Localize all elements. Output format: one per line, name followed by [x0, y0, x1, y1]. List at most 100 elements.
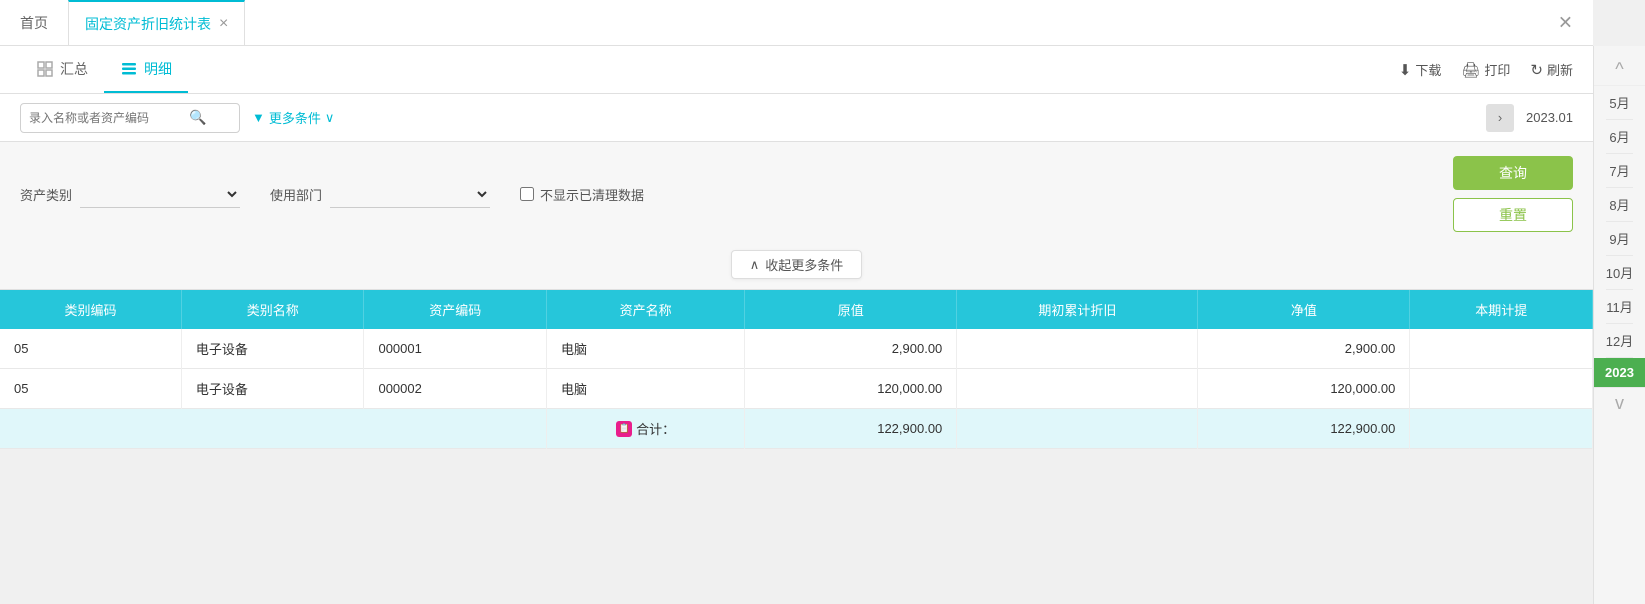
col-asset-code: 资产编码 [364, 290, 547, 329]
cell-asset-name: 电脑 [547, 329, 745, 369]
month-item[interactable]: 6月 [1606, 120, 1633, 154]
cell-asset-name: 电脑 [547, 369, 745, 409]
top-nav: 首页 固定资产折旧统计表 × ✕ [0, 0, 1593, 46]
tab-summary-label: 汇总 [60, 59, 88, 79]
month-item[interactable]: 8月 [1606, 188, 1633, 222]
search-input-wrap[interactable]: 🔍 [20, 103, 240, 133]
toolbar: 汇总 明细 ⬇ 下载 🖨 打印 ↻ 刷新 [0, 46, 1593, 94]
cell-net-value: 2,900.00 [1198, 329, 1410, 369]
cell-asset-code: 000002 [364, 369, 547, 409]
print-btn[interactable]: 🖨 打印 [1461, 60, 1510, 79]
asset-type-filter: 资产类别 [20, 180, 240, 208]
sidebar-scroll-down[interactable]: v [1594, 388, 1645, 419]
col-net-value: 净值 [1198, 290, 1410, 329]
total-name-cell: 📋 合计： [547, 409, 745, 449]
sidebar-scroll-up[interactable]: ^ [1594, 54, 1645, 86]
nav-home[interactable]: 首页 [0, 0, 68, 45]
filter-icon: ▼ [252, 110, 265, 125]
cell-category-code: 05 [0, 369, 181, 409]
cell-original-value: 2,900.00 [745, 329, 957, 369]
print-label: 打印 [1484, 60, 1510, 79]
refresh-label: 刷新 [1547, 60, 1573, 79]
total-accumulated-depreciation [957, 409, 1198, 449]
total-original-value: 122,900.00 [745, 409, 957, 449]
print-icon: 🖨 [1461, 61, 1480, 79]
download-btn[interactable]: ⬇ 下载 [1399, 60, 1442, 79]
col-category-code: 类别编码 [0, 290, 181, 329]
no-cleared-checkbox[interactable] [520, 187, 534, 201]
query-button[interactable]: 查询 [1453, 156, 1573, 190]
month-item[interactable]: 5月 [1606, 86, 1633, 120]
search-input[interactable] [29, 111, 189, 125]
department-select[interactable] [330, 180, 490, 208]
filter-actions: 查询 重置 [1453, 156, 1573, 232]
nav-tab-active[interactable]: 固定资产折旧统计表 × [68, 0, 245, 45]
cell-accumulated-depreciation [957, 369, 1198, 409]
collapse-up-icon: ∧ [750, 257, 760, 273]
filter-section: 资产类别 使用部门 不显示已清理数据 查询 重置 [0, 142, 1593, 290]
collapse-row: ∧ 收起更多条件 [20, 242, 1573, 281]
no-cleared-label: 不显示已清理数据 [540, 185, 644, 204]
search-bar: 🔍 ▼ 更多条件 ∨ › 2023.01 [0, 94, 1593, 142]
collapse-label: 收起更多条件 [765, 255, 843, 274]
cell-category-code: 05 [0, 329, 181, 369]
more-filter-btn[interactable]: ▼ 更多条件 ∨ [252, 108, 334, 127]
window-close-icon[interactable]: ✕ [1558, 12, 1573, 33]
asset-type-select[interactable] [80, 180, 240, 208]
cell-net-value: 120,000.00 [1198, 369, 1410, 409]
cell-current-provision [1410, 329, 1593, 369]
tab-summary[interactable]: 汇总 [20, 46, 104, 93]
tab-detail[interactable]: 明细 [104, 46, 188, 93]
more-filter-label: 更多条件 [269, 108, 321, 127]
filter-row: 资产类别 使用部门 不显示已清理数据 查询 重置 [20, 156, 1573, 232]
col-original-value: 原值 [745, 290, 957, 329]
col-current-provision: 本期计提 [1410, 290, 1593, 329]
refresh-btn[interactable]: ↻ 刷新 [1530, 60, 1573, 79]
month-item[interactable]: 11月 [1606, 290, 1633, 324]
year-label[interactable]: 2023 [1594, 358, 1645, 388]
table-header-row: 类别编码 类别名称 资产编码 资产名称 原值 期初累计折旧 净值 本期计提 [0, 290, 1593, 329]
cell-accumulated-depreciation [957, 329, 1198, 369]
search-icon[interactable]: 🔍 [189, 109, 206, 126]
summary-icon [36, 60, 54, 78]
month-item[interactable]: 9月 [1606, 222, 1633, 256]
total-net-value: 122,900.00 [1198, 409, 1410, 449]
download-icon: ⬇ [1399, 61, 1412, 79]
month-item[interactable]: 7月 [1606, 154, 1633, 188]
table-row: 05 电子设备 000001 电脑 2,900.00 2,900.00 [0, 329, 1593, 369]
arrow-right-icon: › [1498, 110, 1502, 125]
chevron-down-icon: ∨ [325, 110, 335, 126]
nav-tab-label: 固定资产折旧统计表 [85, 14, 211, 34]
total-label-cell [0, 409, 547, 449]
collapse-btn[interactable]: ∧ 收起更多条件 [731, 250, 863, 279]
col-category-name: 类别名称 [181, 290, 364, 329]
right-sidebar: ^ 5月6月7月8月9月10月11月12月 2023 v [1593, 46, 1645, 604]
refresh-icon: ↻ [1530, 61, 1543, 79]
cell-current-provision [1410, 369, 1593, 409]
total-row: 📋 合计： 122,900.00 122,900.00 [0, 409, 1593, 449]
total-current-provision [1410, 409, 1593, 449]
cell-category-name: 电子设备 [181, 329, 364, 369]
search-arrow-btn[interactable]: › [1486, 104, 1514, 132]
table-wrap: 类别编码 类别名称 资产编码 资产名称 原值 期初累计折旧 净值 本期计提 05… [0, 290, 1593, 449]
reset-button[interactable]: 重置 [1453, 198, 1573, 232]
total-text: 合计： [636, 419, 675, 438]
total-icon: 📋 [616, 421, 632, 437]
col-accumulated-depreciation: 期初累计折旧 [957, 290, 1198, 329]
month-item[interactable]: 10月 [1606, 256, 1633, 290]
cell-original-value: 120,000.00 [745, 369, 957, 409]
asset-type-label: 资产类别 [20, 185, 72, 204]
date-label: 2023.01 [1526, 110, 1573, 125]
tab-detail-label: 明细 [144, 59, 172, 79]
no-cleared-checkbox-item[interactable]: 不显示已清理数据 [520, 185, 644, 204]
toolbar-actions: ⬇ 下载 🖨 打印 ↻ 刷新 [1399, 60, 1573, 79]
department-filter: 使用部门 [270, 180, 490, 208]
cell-category-name: 电子设备 [181, 369, 364, 409]
data-table: 类别编码 类别名称 资产编码 资产名称 原值 期初累计折旧 净值 本期计提 05… [0, 290, 1593, 449]
col-asset-name: 资产名称 [547, 290, 745, 329]
download-label: 下载 [1415, 60, 1441, 79]
cell-asset-code: 000001 [364, 329, 547, 369]
month-item[interactable]: 12月 [1606, 324, 1633, 358]
nav-tab-close-icon[interactable]: × [219, 15, 228, 33]
department-label: 使用部门 [270, 185, 322, 204]
